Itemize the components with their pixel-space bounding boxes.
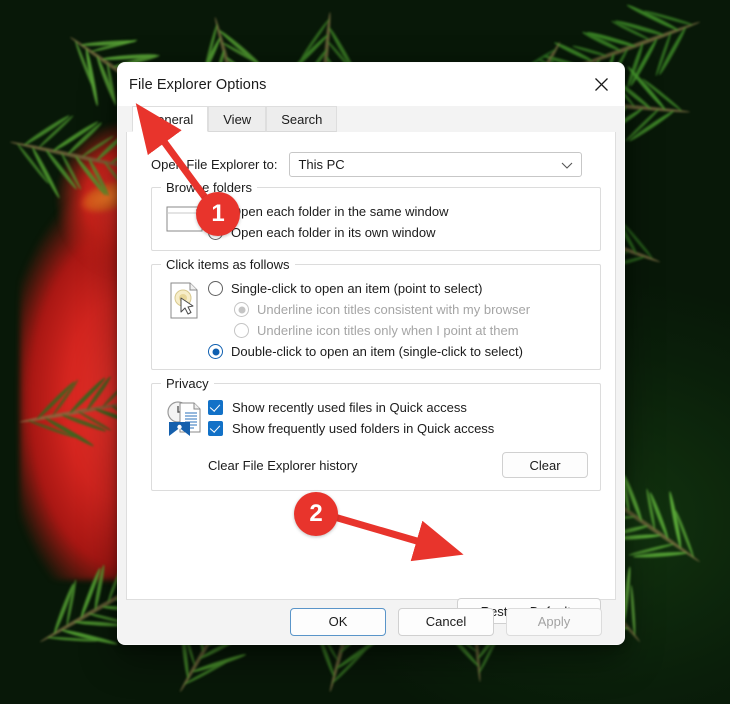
privacy-options: Show recently used files in Quick access… xyxy=(208,398,590,480)
clear-button[interactable]: Clear xyxy=(502,452,588,478)
clear-history-row: Clear File Explorer history Clear xyxy=(208,452,590,478)
tab-search[interactable]: Search xyxy=(266,106,338,132)
tab-search-label: Search xyxy=(281,112,323,127)
annotation-badge-2: 2 xyxy=(294,492,338,536)
option-double-click-label: Double-click to open an item (single-cli… xyxy=(231,344,523,359)
click-items-legend: Click items as follows xyxy=(161,257,295,272)
option-underline-point-label: Underline icon titles only when I point … xyxy=(257,323,519,338)
close-icon[interactable] xyxy=(578,63,624,106)
checkbox-frequent-folders[interactable] xyxy=(208,421,223,436)
radio-single-click[interactable] xyxy=(208,281,223,296)
privacy-legend: Privacy xyxy=(161,376,214,391)
privacy-group: Privacy Show recently used files in Quic… xyxy=(151,376,601,491)
file-explorer-options-dialog: File Explorer Options General View Searc… xyxy=(117,62,625,645)
checkbox-recent-files[interactable] xyxy=(208,400,223,415)
open-file-explorer-to-row: Open File Explorer to: This PC xyxy=(151,152,603,177)
checkbox-frequent-folders-label: Show frequently used folders in Quick ac… xyxy=(232,421,495,436)
open-to-value: This PC xyxy=(298,157,345,172)
option-underline-consistent: Underline icon titles consistent with my… xyxy=(234,302,590,317)
document-cursor-icon xyxy=(162,279,208,321)
checkbox-frequent-folders-row[interactable]: Show frequently used folders in Quick ac… xyxy=(208,421,590,436)
annotation-badge-1: 1 xyxy=(196,192,240,236)
tab-view-label: View xyxy=(223,112,252,127)
option-double-click[interactable]: Double-click to open an item (single-cli… xyxy=(208,344,590,359)
option-own-window-label: Open each folder in its own window xyxy=(231,225,436,240)
checkbox-recent-files-label: Show recently used files in Quick access xyxy=(232,400,467,415)
radio-double-click[interactable] xyxy=(208,344,223,359)
open-to-dropdown[interactable]: This PC xyxy=(289,152,583,177)
radio-underline-point xyxy=(234,323,249,338)
tab-general-label: General xyxy=(147,112,194,127)
dialog-title: File Explorer Options xyxy=(129,76,267,93)
clear-history-label: Clear File Explorer history xyxy=(208,457,358,473)
dialog-titlebar: File Explorer Options xyxy=(118,63,624,106)
browse-folders-options: Open each folder in the same window Open… xyxy=(208,202,590,240)
ok-button[interactable]: OK xyxy=(290,607,386,636)
option-single-click-label: Single-click to open an item (point to s… xyxy=(231,281,483,296)
option-same-window[interactable]: Open each folder in the same window xyxy=(208,204,590,219)
checkbox-recent-files-row[interactable]: Show recently used files in Quick access xyxy=(208,400,590,415)
option-underline-consistent-label: Underline icon titles consistent with my… xyxy=(257,302,531,317)
option-same-window-label: Open each folder in the same window xyxy=(231,204,449,219)
tab-view[interactable]: View xyxy=(208,106,267,132)
click-items-group: Click items as follows Single-click to o… xyxy=(151,257,601,370)
click-items-options: Single-click to open an item (point to s… xyxy=(208,279,590,359)
open-to-label: Open File Explorer to: xyxy=(151,157,278,172)
tab-general[interactable]: General xyxy=(132,106,209,132)
cancel-button[interactable]: Cancel xyxy=(398,607,494,636)
radio-underline-consistent xyxy=(234,302,249,317)
dialog-footer: OK Cancel Apply xyxy=(118,599,624,644)
option-single-click[interactable]: Single-click to open an item (point to s… xyxy=(208,281,590,296)
tabstrip: General View Search xyxy=(118,106,624,132)
quick-access-icon xyxy=(162,398,208,438)
apply-button: Apply xyxy=(506,607,602,636)
chevron-down-icon xyxy=(561,157,573,172)
option-underline-point: Underline icon titles only when I point … xyxy=(234,323,590,338)
option-own-window[interactable]: Open each folder in its own window xyxy=(208,225,590,240)
